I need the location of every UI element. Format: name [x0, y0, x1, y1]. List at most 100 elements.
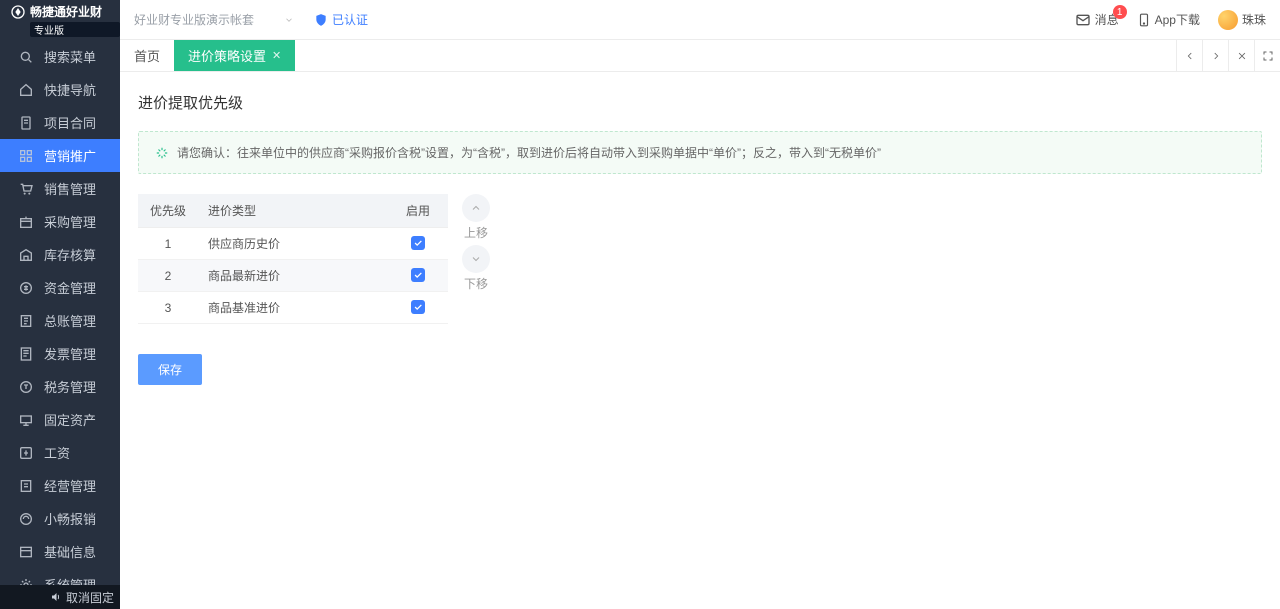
- fullscreen-button[interactable]: [1254, 40, 1280, 72]
- sound-icon: [50, 591, 62, 603]
- sidebar-item-label: 固定资产: [44, 410, 96, 429]
- move-up-button[interactable]: [462, 194, 490, 222]
- asset-icon: [18, 412, 34, 428]
- cell-enable: [388, 292, 448, 324]
- avatar: [1218, 10, 1238, 30]
- move-controls: 上移 下移: [462, 194, 490, 292]
- table-row[interactable]: 2商品最新进价: [138, 260, 448, 292]
- app-download-button[interactable]: App下载: [1137, 11, 1200, 28]
- sidebar-item-label: 经营管理: [44, 476, 96, 495]
- home-icon: [18, 82, 34, 98]
- sidebar-item-label: 项目合同: [44, 113, 96, 132]
- tab-close-all-button[interactable]: [1228, 40, 1254, 72]
- info-alert: 请您确认：往来单位中的供应商“采购报价含税”设置，为“含税”，取到进价后将自动带…: [138, 131, 1262, 174]
- sidebar-item-9[interactable]: 发票管理: [0, 337, 120, 370]
- page-content: 进价提取优先级 请您确认：往来单位中的供应商“采购报价含税”设置，为“含税”，取…: [120, 72, 1280, 609]
- priority-table: 优先级 进价类型 启用 1供应商历史价2商品最新进价3商品基准进价: [138, 194, 448, 324]
- tab-prev-button[interactable]: [1176, 40, 1202, 72]
- sidebar-item-6[interactable]: 库存核算: [0, 238, 120, 271]
- col-type: 进价类型: [198, 194, 388, 228]
- sidebar-item-14[interactable]: 小畅报销: [0, 502, 120, 535]
- sidebar-item-label: 系统管理: [44, 575, 96, 585]
- messages-button[interactable]: 消息 1: [1075, 11, 1119, 28]
- sidebar-item-label: 快捷导航: [44, 80, 96, 99]
- box-icon: [18, 214, 34, 230]
- sys-icon: [18, 577, 34, 586]
- sidebar-item-15[interactable]: 基础信息: [0, 535, 120, 568]
- account-name: 好业财专业版演示帐套: [134, 11, 254, 28]
- table-row[interactable]: 1供应商历史价: [138, 228, 448, 260]
- grid-icon: [18, 148, 34, 164]
- sidebar-item-label: 发票管理: [44, 344, 96, 363]
- invoice-icon: [18, 346, 34, 362]
- tab-1[interactable]: 进价策略设置 ✕: [174, 40, 295, 71]
- cell-type: 商品最新进价: [198, 260, 388, 292]
- sidebar-item-13[interactable]: 经营管理: [0, 469, 120, 502]
- sidebar-item-16[interactable]: 系统管理: [0, 568, 120, 585]
- cell-type: 供应商历史价: [198, 228, 388, 260]
- chevron-down-icon: [284, 15, 294, 25]
- sidebar-item-1[interactable]: 快捷导航: [0, 73, 120, 106]
- user-name: 珠珠: [1242, 11, 1266, 28]
- pin-label: 取消固定: [66, 589, 114, 606]
- tab-0[interactable]: 首页: [120, 40, 174, 71]
- sidebar-item-10[interactable]: 税务管理: [0, 370, 120, 403]
- stock-icon: [18, 247, 34, 263]
- user-menu[interactable]: 珠珠: [1218, 10, 1266, 30]
- account-selector[interactable]: 好业财专业版演示帐套: [134, 11, 294, 28]
- move-down-button[interactable]: [462, 245, 490, 273]
- alert-text: 请您确认：往来单位中的供应商“采购报价含税”设置，为“含税”，取到进价后将自动带…: [177, 144, 881, 161]
- brand-logo-icon: [10, 4, 26, 20]
- table-row[interactable]: 3商品基准进价: [138, 292, 448, 324]
- tab-label: 进价策略设置: [188, 46, 266, 65]
- doc-icon: [18, 115, 34, 131]
- cell-enable: [388, 260, 448, 292]
- tab-strip: 首页 进价策略设置 ✕: [120, 40, 1280, 72]
- sidebar-item-3[interactable]: 营销推广: [0, 139, 120, 172]
- sidebar-item-12[interactable]: 工资: [0, 436, 120, 469]
- sidebar-item-label: 基础信息: [44, 542, 96, 561]
- reimb-icon: [18, 511, 34, 527]
- brand-name: 畅捷通好业财: [30, 3, 102, 20]
- tab-next-button[interactable]: [1202, 40, 1228, 72]
- salary-icon: [18, 445, 34, 461]
- sparkle-icon: [155, 146, 169, 160]
- money-icon: [18, 280, 34, 296]
- checkbox-checked-icon[interactable]: [411, 300, 425, 314]
- tab-label: 首页: [134, 46, 160, 65]
- sidebar-item-label: 工资: [44, 443, 70, 462]
- sidebar-item-8[interactable]: 总账管理: [0, 304, 120, 337]
- sidebar-item-label: 采购管理: [44, 212, 96, 231]
- brand: 畅捷通好业财 专业版: [0, 0, 120, 40]
- sidebar-item-label: 销售管理: [44, 179, 96, 198]
- sidebar-item-label: 总账管理: [44, 311, 96, 330]
- move-down-label: 下移: [464, 275, 488, 292]
- verified-badge[interactable]: 已认证: [314, 11, 368, 28]
- messages-badge: 1: [1113, 5, 1127, 19]
- cell-priority: 1: [138, 228, 198, 260]
- brand-edition: 专业版: [30, 22, 120, 37]
- sidebar-item-11[interactable]: 固定资产: [0, 403, 120, 436]
- sidebar-item-0[interactable]: 搜索菜单: [0, 40, 120, 73]
- topbar: 好业财专业版演示帐套 已认证 消息 1 App下载: [120, 0, 1280, 40]
- cell-priority: 2: [138, 260, 198, 292]
- col-priority: 优先级: [138, 194, 198, 228]
- sidebar-item-5[interactable]: 采购管理: [0, 205, 120, 238]
- sidebar-item-label: 税务管理: [44, 377, 96, 396]
- save-button[interactable]: 保存: [138, 354, 202, 385]
- sidebar-menu: 搜索菜单快捷导航项目合同营销推广销售管理采购管理库存核算资金管理总账管理发票管理…: [0, 40, 120, 585]
- close-icon[interactable]: ✕: [272, 49, 281, 62]
- mgmt-icon: [18, 478, 34, 494]
- cell-type: 商品基准进价: [198, 292, 388, 324]
- checkbox-checked-icon[interactable]: [411, 236, 425, 250]
- sidebar-item-2[interactable]: 项目合同: [0, 106, 120, 139]
- pin-toggle[interactable]: 取消固定: [0, 585, 120, 609]
- sidebar-item-label: 小畅报销: [44, 509, 96, 528]
- sidebar-item-4[interactable]: 销售管理: [0, 172, 120, 205]
- checkbox-checked-icon[interactable]: [411, 268, 425, 282]
- cell-enable: [388, 228, 448, 260]
- sidebar-item-7[interactable]: 资金管理: [0, 271, 120, 304]
- col-enable: 启用: [388, 194, 448, 228]
- move-up-label: 上移: [464, 224, 488, 241]
- verified-label: 已认证: [332, 11, 368, 28]
